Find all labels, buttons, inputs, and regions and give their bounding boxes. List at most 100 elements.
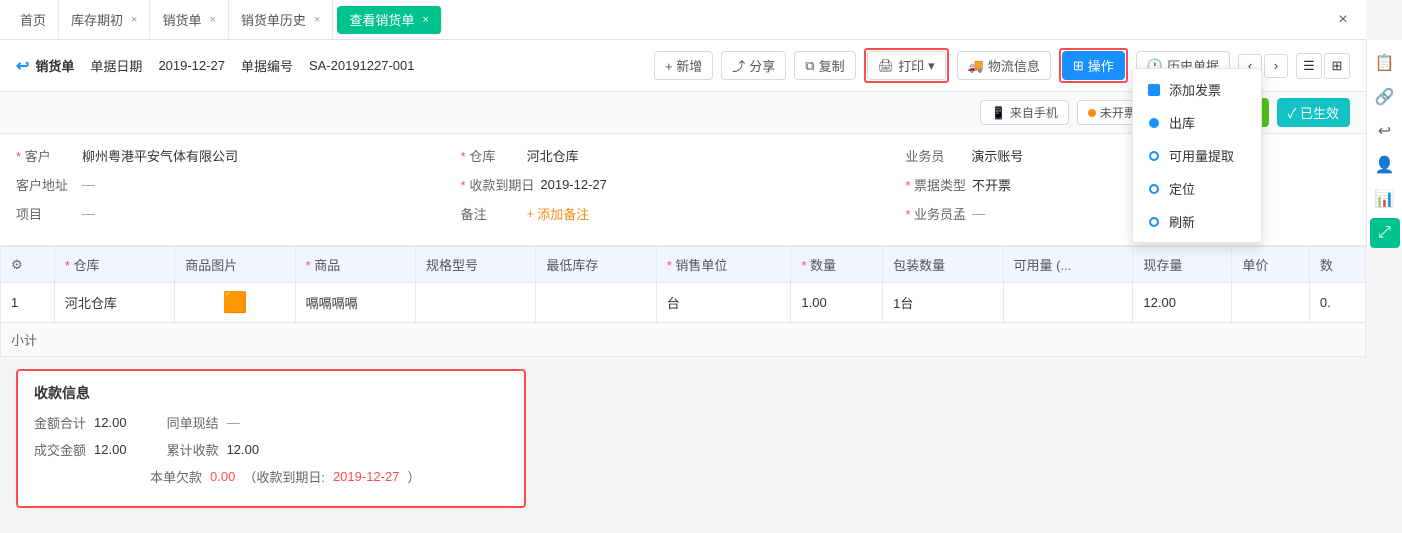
locate-label: 定位	[1169, 179, 1195, 198]
mobile-btn[interactable]: 📱 来自手机	[980, 100, 1069, 125]
row-warehouse: 河北仓库	[54, 283, 174, 323]
operation-button[interactable]: ⊞ 操作	[1062, 51, 1125, 80]
view-toggle: ☰ ⊞	[1296, 53, 1350, 79]
row-unit: 台	[656, 283, 791, 323]
payment-row-2: 成交金额 12.00 累计收款 12.00	[34, 440, 508, 459]
dropdown-locate[interactable]: 定位	[1133, 172, 1261, 205]
number-label: 单据编号	[241, 56, 293, 75]
dropdown-add-invoice[interactable]: 添加发票	[1133, 73, 1261, 106]
effective-btn[interactable]: ✓ 已生效	[1277, 98, 1351, 127]
tab-inventory[interactable]: 库存期初 ×	[59, 0, 150, 39]
payment-box: 收款信息 金额合计 12.00 同单现结 — 成交金额 12.00 累计收款 1…	[16, 369, 526, 508]
sidebar-icon-expand[interactable]: ⤢	[1370, 218, 1400, 248]
logistics-label: 物流信息	[988, 56, 1040, 75]
number-value: SA-20191227-001	[309, 58, 415, 73]
grid-view-btn[interactable]: ⊞	[1324, 53, 1350, 79]
doc-title: ↩ 销货单	[16, 56, 74, 76]
amount-item: 金额合计 12.00	[34, 413, 127, 432]
row-min-stock	[536, 283, 656, 323]
row-num: 1	[1, 283, 55, 323]
address-field: 客户地址 —	[16, 175, 461, 194]
operation-highlight-box: ⊞ 操作	[1059, 48, 1128, 83]
doc-meta: 单据日期 2019-12-27 单据编号 SA-20191227-001	[90, 56, 414, 75]
arrears-end: ）	[407, 467, 420, 486]
sidebar-icon-2[interactable]: 🔗	[1370, 82, 1400, 112]
not-open-label: 未开票	[1100, 104, 1136, 121]
tab-sales-history[interactable]: 销货单历史 ×	[229, 0, 333, 39]
arrears-note: （收款到期日:	[243, 467, 325, 486]
tab-view-sales[interactable]: 查看销货单 ×	[337, 6, 441, 34]
subtotal-label: 小计	[1, 323, 1366, 357]
warehouse-value: 河北仓库	[527, 146, 579, 165]
tab-home[interactable]: 首页	[8, 0, 59, 39]
dropdown-outbound[interactable]: 出库	[1133, 106, 1261, 139]
tab-inventory-label: 库存期初	[71, 10, 123, 29]
col-qty: * 数量	[791, 247, 883, 283]
mobile-label: 来自手机	[1010, 104, 1058, 121]
col-stock: 现存量	[1133, 247, 1232, 283]
accumulated-value: 12.00	[227, 442, 260, 457]
col-available: 可用量 (...	[1003, 247, 1133, 283]
tab-inventory-close[interactable]: ×	[131, 14, 137, 26]
customer-field: * 客户 柳州粤港平安气体有限公司	[16, 146, 461, 165]
tab-sales-order[interactable]: 销货单 ×	[150, 0, 228, 39]
dropdown-available-qty[interactable]: 可用量提取	[1133, 139, 1261, 172]
right-sidebar: 📋 🔗 ↩ 👤 📊 ⤢	[1366, 40, 1402, 248]
sidebar-icon-4[interactable]: 👤	[1370, 150, 1400, 180]
list-view-btn[interactable]: ☰	[1296, 53, 1322, 79]
gear-icon[interactable]: ⚙	[11, 257, 23, 272]
staff-field: 业务员 演示账号	[905, 146, 1350, 165]
subtotal-row: 小计	[1, 323, 1366, 357]
rect-icon	[1148, 84, 1160, 96]
date-label: 单据日期	[90, 56, 142, 75]
add-note-btn[interactable]: 添加备注	[527, 204, 590, 223]
tab-sales-order-close[interactable]: ×	[209, 14, 215, 26]
sidebar-icon-3[interactable]: ↩	[1370, 116, 1400, 146]
next-arrow[interactable]: ›	[1264, 54, 1288, 78]
accumulated-label: 累计收款	[167, 440, 219, 459]
print-button[interactable]: 🖨 打印 ▾	[867, 51, 946, 80]
payment-row-3: 本单欠款 0.00 （收款到期日: 2019-12-27 ）	[34, 467, 508, 486]
locate-icon	[1147, 182, 1161, 196]
ticket-type-field: * 票据类型 不开票	[905, 175, 1350, 194]
col-spec: 规格型号	[415, 247, 535, 283]
table-header-row: ⚙ * 仓库 商品图片 * 商品 规格型号 最低库存 * 销售单位 * 数量 包…	[1, 247, 1366, 283]
tab-view-sales-label: 查看销货单	[349, 10, 414, 29]
amount-value: 12.00	[94, 415, 127, 430]
staff2-field: * 业务员孟 —	[905, 204, 1350, 223]
sidebar-icon-1[interactable]: 📋	[1370, 48, 1400, 78]
copy-button[interactable]: ⧉ 复制	[794, 51, 855, 80]
warehouse-label: * 仓库	[461, 146, 521, 165]
share-button[interactable]: ⤴ 分享	[721, 51, 786, 80]
payment-row-1: 金额合计 12.00 同单现结 —	[34, 413, 508, 432]
transaction-item: 成交金额 12.00	[34, 440, 127, 459]
sidebar-icon-5[interactable]: 📊	[1370, 184, 1400, 214]
transaction-value: 12.00	[94, 442, 127, 457]
circle-icon	[1149, 118, 1159, 128]
col-min-stock: 最低库存	[536, 247, 656, 283]
doc-title-text: 销货单	[35, 56, 74, 75]
address-value: —	[82, 177, 95, 192]
copy-icon: ⧉	[805, 58, 814, 74]
row-image: 🟧	[175, 283, 295, 323]
doc-icon: ↩	[16, 56, 29, 76]
logistics-button[interactable]: 🚚 物流信息	[957, 51, 1051, 80]
new-button[interactable]: + 新增	[654, 51, 713, 80]
col-gear[interactable]: ⚙	[1, 247, 55, 283]
print-highlight-box: 🖨 打印 ▾	[864, 48, 949, 83]
window-close-btn[interactable]: ×	[1328, 5, 1358, 35]
staff-value: 演示账号	[971, 146, 1023, 165]
operation-dropdown: 添加发票 出库 可用量提取 定位 刷新	[1132, 68, 1262, 243]
tab-sales-history-close[interactable]: ×	[314, 14, 320, 26]
share-icon: ⤴	[732, 56, 745, 75]
tab-sales-history-label: 销货单历史	[241, 10, 306, 29]
col-warehouse: * 仓库	[54, 247, 174, 283]
available-qty-icon	[1147, 149, 1161, 163]
tab-view-sales-close[interactable]: ×	[422, 14, 428, 26]
add-invoice-icon	[1147, 83, 1161, 97]
staff2-label: * 业务员孟	[905, 204, 966, 223]
dropdown-refresh[interactable]: 刷新	[1133, 205, 1261, 238]
arrears-label: 本单欠款	[150, 467, 202, 486]
payment-title: 收款信息	[34, 383, 508, 403]
staff2-value: —	[972, 206, 985, 221]
